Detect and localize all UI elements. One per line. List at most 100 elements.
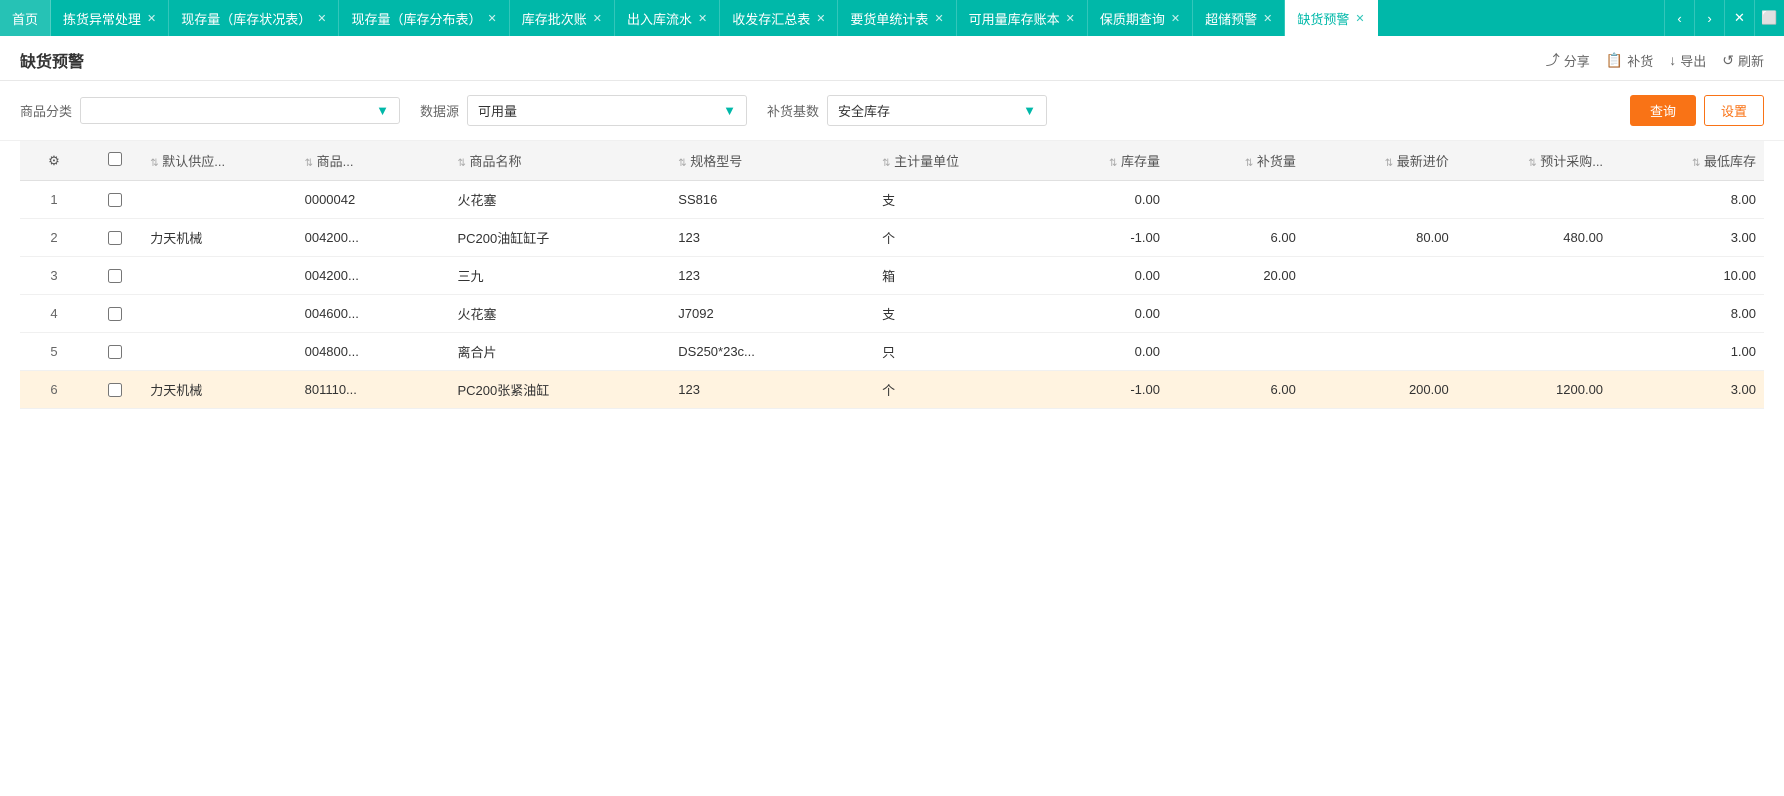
gear-settings-th[interactable]: ⚙ [20, 141, 88, 181]
replenish-icon: 📋 [1606, 52, 1623, 69]
th-code: ⇅ 商品... [297, 141, 450, 181]
nav-tab-batch-account[interactable]: 库存批次账 ✕ [510, 0, 615, 36]
select-all-checkbox[interactable] [108, 152, 122, 166]
row-replen: 6.00 [1168, 219, 1304, 257]
nav-tab-stock-status[interactable]: 现存量（库存状况表） ✕ [169, 0, 339, 36]
row-est-purchase [1457, 333, 1611, 371]
window-maximize-btn[interactable]: ⬜ [1754, 0, 1784, 36]
nav-prev-btn[interactable]: ‹ [1664, 0, 1694, 36]
row-name: 火花塞 [449, 295, 670, 333]
close-tab-expiry[interactable]: ✕ [1171, 12, 1180, 25]
row-latest-price [1304, 181, 1457, 219]
filter-group-replen-basis: 补货基数 安全库存 ▼ [767, 95, 1047, 126]
category-arrow-icon: ▼ [376, 103, 389, 118]
row-unit: 个 [874, 219, 1032, 257]
close-tab-pick-anomaly[interactable]: ✕ [147, 12, 156, 25]
row-latest-price [1304, 333, 1457, 371]
nav-tab-expiry[interactable]: 保质期查询 ✕ [1088, 0, 1193, 36]
table-container: ⚙ ⇅ 默认供应... ⇅ 商品... ⇅ 商品名称 [0, 141, 1784, 409]
row-code: 004800... [297, 333, 450, 371]
row-min-stock: 8.00 [1611, 181, 1764, 219]
row-replen [1168, 333, 1304, 371]
nav-tab-shortage[interactable]: 缺货预警 ✕ [1285, 0, 1377, 36]
close-tab-receipt-total[interactable]: ✕ [816, 12, 825, 25]
close-tab-available-ledger[interactable]: ✕ [1066, 12, 1075, 25]
close-tab-batch-account[interactable]: ✕ [593, 12, 602, 25]
row-checkbox-cell [88, 257, 142, 295]
table-body: 1 0000042 火花塞 SS816 支 0.00 8.00 2 力天机械 0… [20, 181, 1764, 409]
row-checkbox[interactable] [108, 231, 122, 245]
filter-group-datasource: 数据源 可用量 ▼ [420, 95, 747, 126]
sort-icon: ⇅ [1528, 158, 1536, 169]
nav-tab-home[interactable]: 首页 [0, 0, 51, 36]
row-latest-price: 200.00 [1304, 371, 1457, 409]
share-button[interactable]: ⤴ 分享 [1546, 50, 1590, 70]
chevron-left-icon: ‹ [1677, 11, 1681, 26]
row-code: 004600... [297, 295, 450, 333]
row-unit: 箱 [874, 257, 1032, 295]
export-button[interactable]: ↓ 导出 [1669, 51, 1706, 70]
category-label: 商品分类 [20, 101, 72, 120]
close-tab-req-stat[interactable]: ✕ [934, 12, 943, 25]
row-spec: 123 [670, 257, 874, 295]
row-min-stock: 3.00 [1611, 371, 1764, 409]
page-title: 缺货预警 [20, 48, 1546, 72]
category-select[interactable]: ▼ [80, 97, 400, 124]
export-icon: ↓ [1669, 52, 1676, 68]
nav-tab-receipt-total[interactable]: 收发存汇总表 ✕ [720, 0, 838, 36]
close-tab-io-flow[interactable]: ✕ [698, 12, 707, 25]
row-min-stock: 8.00 [1611, 295, 1764, 333]
replenish-button[interactable]: 📋 补货 [1606, 51, 1653, 70]
replen-basis-select[interactable]: 安全库存 ▼ [827, 95, 1047, 126]
row-checkbox-cell [88, 333, 142, 371]
filter-bar: 商品分类 ▼ 数据源 可用量 ▼ 补货基数 安全库存 ▼ 查询 设置 [0, 81, 1784, 141]
th-spec: ⇅ 规格型号 [670, 141, 874, 181]
row-spec: J7092 [670, 295, 874, 333]
close-tab-overstock[interactable]: ✕ [1263, 12, 1272, 25]
row-name: PC200油缸缸子 [449, 219, 670, 257]
close-icon: ✕ [1734, 10, 1745, 26]
row-name: 三九 [449, 257, 670, 295]
row-name: 离合片 [449, 333, 670, 371]
nav-tab-io-flow[interactable]: 出入库流水 ✕ [615, 0, 720, 36]
row-unit: 只 [874, 333, 1032, 371]
nav-tab-req-stat[interactable]: 要货单统计表 ✕ [838, 0, 956, 36]
row-code: 0000042 [297, 181, 450, 219]
sort-icon: ⇅ [1245, 158, 1253, 169]
window-close-btn[interactable]: ✕ [1724, 0, 1754, 36]
row-checkbox[interactable] [108, 383, 122, 397]
nav-tab-pick-anomaly[interactable]: 拣货异常处理 ✕ [51, 0, 169, 36]
checkbox-all-th[interactable] [88, 141, 142, 181]
nav-tab-stock-dist[interactable]: 现存量（库存分布表） ✕ [339, 0, 509, 36]
row-stock: 0.00 [1032, 333, 1168, 371]
row-unit: 个 [874, 371, 1032, 409]
refresh-icon: ↺ [1722, 52, 1734, 69]
close-tab-shortage[interactable]: ✕ [1355, 12, 1364, 25]
row-checkbox[interactable] [108, 269, 122, 283]
row-checkbox[interactable] [108, 193, 122, 207]
close-tab-stock-status[interactable]: ✕ [317, 12, 326, 25]
close-tab-stock-dist[interactable]: ✕ [488, 12, 497, 25]
nav-tab-overstock[interactable]: 超储预警 ✕ [1193, 0, 1285, 36]
maximize-icon: ⬜ [1761, 10, 1777, 26]
th-est-purchase: ⇅ 预计采购... [1457, 141, 1611, 181]
row-stock: 0.00 [1032, 257, 1168, 295]
row-checkbox[interactable] [108, 307, 122, 321]
datasource-label: 数据源 [420, 101, 459, 120]
row-latest-price [1304, 257, 1457, 295]
row-checkbox[interactable] [108, 345, 122, 359]
filter-group-category: 商品分类 ▼ [20, 97, 400, 124]
datasource-value: 可用量 [478, 101, 517, 120]
th-latest-price: ⇅ 最新进价 [1304, 141, 1457, 181]
query-button[interactable]: 查询 [1630, 95, 1696, 126]
row-name: 火花塞 [449, 181, 670, 219]
row-supplier [142, 257, 296, 295]
nav-tab-available-ledger[interactable]: 可用量库存账本 ✕ [957, 0, 1088, 36]
table-row: 2 力天机械 004200... PC200油缸缸子 123 个 -1.00 6… [20, 219, 1764, 257]
th-min-stock: ⇅ 最低库存 [1611, 141, 1764, 181]
settings-button[interactable]: 设置 [1704, 95, 1764, 126]
refresh-button[interactable]: ↺ 刷新 [1722, 51, 1764, 70]
datasource-select[interactable]: 可用量 ▼ [467, 95, 747, 126]
nav-next-btn[interactable]: › [1694, 0, 1724, 36]
th-supplier: ⇅ 默认供应... [142, 141, 296, 181]
